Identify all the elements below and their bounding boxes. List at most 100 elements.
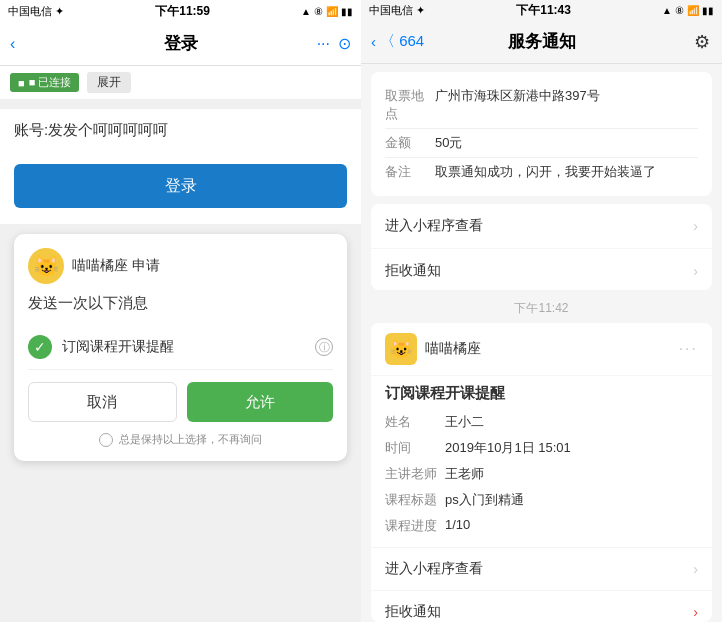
permission-avatar: 😺 (28, 248, 64, 284)
permission-footer-text: 总是保持以上选择，不再询问 (119, 432, 262, 447)
permission-buttons: 取消 允许 (28, 382, 333, 422)
signal-icon: ▲ (301, 6, 311, 17)
notif-detail-teacher: 主讲老师 王老师 (371, 461, 712, 487)
left-carrier: 中国电信 ✦ (8, 4, 64, 19)
view-chevron-icon: › (693, 218, 698, 234)
right-nav-bar: ‹ 〈 664 服务通知 ⚙ (361, 21, 722, 64)
connected-bar: ■ ■ 已连接 展开 (0, 66, 361, 99)
more-icon[interactable]: ··· (317, 35, 330, 53)
circle-icon[interactable]: ⊙ (338, 34, 351, 53)
right-wifi-icon: ⑧ (675, 5, 684, 16)
right-nav-title: 服务通知 (508, 30, 576, 53)
service-label-location: 取票地点 (385, 87, 435, 123)
permission-footer-circle (99, 433, 113, 447)
notif-value-teacher: 王老师 (445, 465, 484, 483)
left-nav-title: 登录 (164, 32, 198, 55)
notif-detail-time: 时间 2019年10月1日 15:01 (371, 435, 712, 461)
permission-dialog: 😺 喵喵橘座 申请 发送一次以下消息 ✓ 订阅课程开课提醒 ⓘ 取消 允许 总是… (14, 234, 347, 461)
permission-send-once-label: 发送一次以下消息 (28, 294, 333, 313)
service-row-amount: 金额 50元 (385, 129, 698, 158)
notification-action-rows: 进入小程序查看 › 拒收通知 › (371, 547, 712, 622)
notification-header: 😺 喵喵橘座 ··· (371, 323, 712, 376)
connected-dot: ■ (18, 77, 25, 89)
service-label-note: 备注 (385, 163, 435, 181)
right-panel: 中国电信 ✦ 下午11:43 ▲ ⑧ 📶 ▮▮ ‹ 〈 664 服务通知 ⚙ 取… (361, 0, 722, 622)
permission-app-name: 喵喵橘座 申请 (72, 257, 160, 275)
notif-value-name: 王小二 (445, 413, 484, 431)
service-value-amount: 50元 (435, 134, 698, 152)
login-button[interactable]: 登录 (14, 164, 347, 208)
left-time: 下午11:59 (155, 3, 210, 20)
permission-item-text: 订阅课程开课提醒 (62, 338, 305, 356)
left-chevron-icon: ‹ (10, 35, 15, 53)
left-back-button[interactable]: ‹ (10, 35, 15, 53)
expand-button[interactable]: 展开 (87, 72, 131, 93)
right-time: 下午11:43 (516, 2, 571, 19)
notification-title: 订阅课程开课提醒 (371, 376, 712, 409)
notif-view-chevron-icon: › (693, 561, 698, 577)
notif-action-view-label: 进入小程序查看 (385, 560, 483, 578)
wifi-icon: ⑧ (314, 6, 323, 17)
time-divider: 下午11:42 (361, 290, 722, 323)
right-status-icons: ▲ ⑧ 📶 ▮▮ (662, 5, 714, 16)
notif-label-name: 姓名 (385, 413, 445, 431)
permission-item: ✓ 订阅课程开课提醒 ⓘ (28, 325, 333, 370)
permission-header: 😺 喵喵橘座 申请 (28, 248, 333, 284)
account-text: 账号:发发个呵呵呵呵呵 (14, 121, 168, 138)
service-action-view[interactable]: 进入小程序查看 › (371, 204, 712, 249)
account-section: 账号:发发个呵呵呵呵呵 (0, 109, 361, 152)
right-chevron-icon: ‹ (371, 33, 376, 50)
notif-detail-progress: 课程进度 1/10 (371, 513, 712, 539)
service-action-rows: 进入小程序查看 › 拒收通知 › (371, 204, 712, 290)
right-back-label: 〈 664 (380, 32, 424, 51)
right-back-button[interactable]: ‹ 〈 664 (371, 32, 424, 51)
notification-more-icon[interactable]: ··· (679, 340, 698, 358)
service-action-reject[interactable]: 拒收通知 › (371, 249, 712, 290)
right-network-icon: 📶 (687, 5, 699, 16)
notif-detail-course: 课程标题 ps入门到精通 (371, 487, 712, 513)
left-panel: 中国电信 ✦ 下午11:59 ▲ ⑧ 📶 ▮▮ ‹ 登录 ··· ⊙ ■ ■ 已… (0, 0, 361, 622)
notif-value-time: 2019年10月1日 15:01 (445, 439, 571, 457)
network-icon: 📶 (326, 6, 338, 17)
right-signal-icon: ▲ (662, 5, 672, 16)
notif-label-teacher: 主讲老师 (385, 465, 445, 483)
service-value-note: 取票通知成功，闪开，我要开始装逼了 (435, 163, 698, 181)
connected-label: ■ 已连接 (29, 75, 72, 90)
permission-cancel-button[interactable]: 取消 (28, 382, 177, 422)
notif-value-course: ps入门到精通 (445, 491, 524, 509)
notif-detail-name: 姓名 王小二 (371, 409, 712, 435)
service-action-view-label: 进入小程序查看 (385, 217, 483, 235)
right-carrier: 中国电信 ✦ (369, 3, 425, 18)
service-card: 取票地点 广州市海珠区新港中路397号 金额 50元 备注 取票通知成功，闪开，… (371, 72, 712, 196)
right-battery-icon: ▮▮ (702, 5, 714, 16)
notif-action-reject-label: 拒收通知 (385, 603, 441, 621)
notification-avatar: 😺 (385, 333, 417, 365)
service-action-reject-label: 拒收通知 (385, 262, 441, 280)
right-status-bar: 中国电信 ✦ 下午11:43 ▲ ⑧ 📶 ▮▮ (361, 0, 722, 21)
left-nav-bar: ‹ 登录 ··· ⊙ (0, 22, 361, 66)
notif-label-progress: 课程进度 (385, 517, 445, 535)
notif-label-time: 时间 (385, 439, 445, 457)
notif-label-course: 课程标题 (385, 491, 445, 509)
login-button-wrapper: 登录 (0, 152, 361, 224)
left-status-icons: ▲ ⑧ 📶 ▮▮ (301, 6, 353, 17)
notif-value-progress: 1/10 (445, 517, 470, 535)
notification-sender-name: 喵喵橘座 (425, 340, 481, 358)
left-nav-right-icons: ··· ⊙ (317, 34, 351, 53)
connected-tag: ■ ■ 已连接 (10, 73, 79, 92)
service-row-note: 备注 取票通知成功，闪开，我要开始装逼了 (385, 158, 698, 186)
permission-allow-button[interactable]: 允许 (187, 382, 334, 422)
permission-footer: 总是保持以上选择，不再询问 (28, 432, 333, 447)
permission-info-icon[interactable]: ⓘ (315, 338, 333, 356)
service-row-location: 取票地点 广州市海珠区新港中路397号 (385, 82, 698, 129)
permission-check-icon: ✓ (28, 335, 52, 359)
reject-chevron-icon: › (693, 263, 698, 279)
left-status-bar: 中国电信 ✦ 下午11:59 ▲ ⑧ 📶 ▮▮ (0, 0, 361, 22)
gear-icon[interactable]: ⚙ (694, 31, 710, 53)
notif-reject-chevron-icon: › (693, 604, 698, 620)
notif-action-reject[interactable]: 拒收通知 › (371, 591, 712, 622)
notification-sender: 😺 喵喵橘座 (385, 333, 481, 365)
service-label-amount: 金额 (385, 134, 435, 152)
service-value-location: 广州市海珠区新港中路397号 (435, 87, 698, 123)
notif-action-view[interactable]: 进入小程序查看 › (371, 548, 712, 591)
